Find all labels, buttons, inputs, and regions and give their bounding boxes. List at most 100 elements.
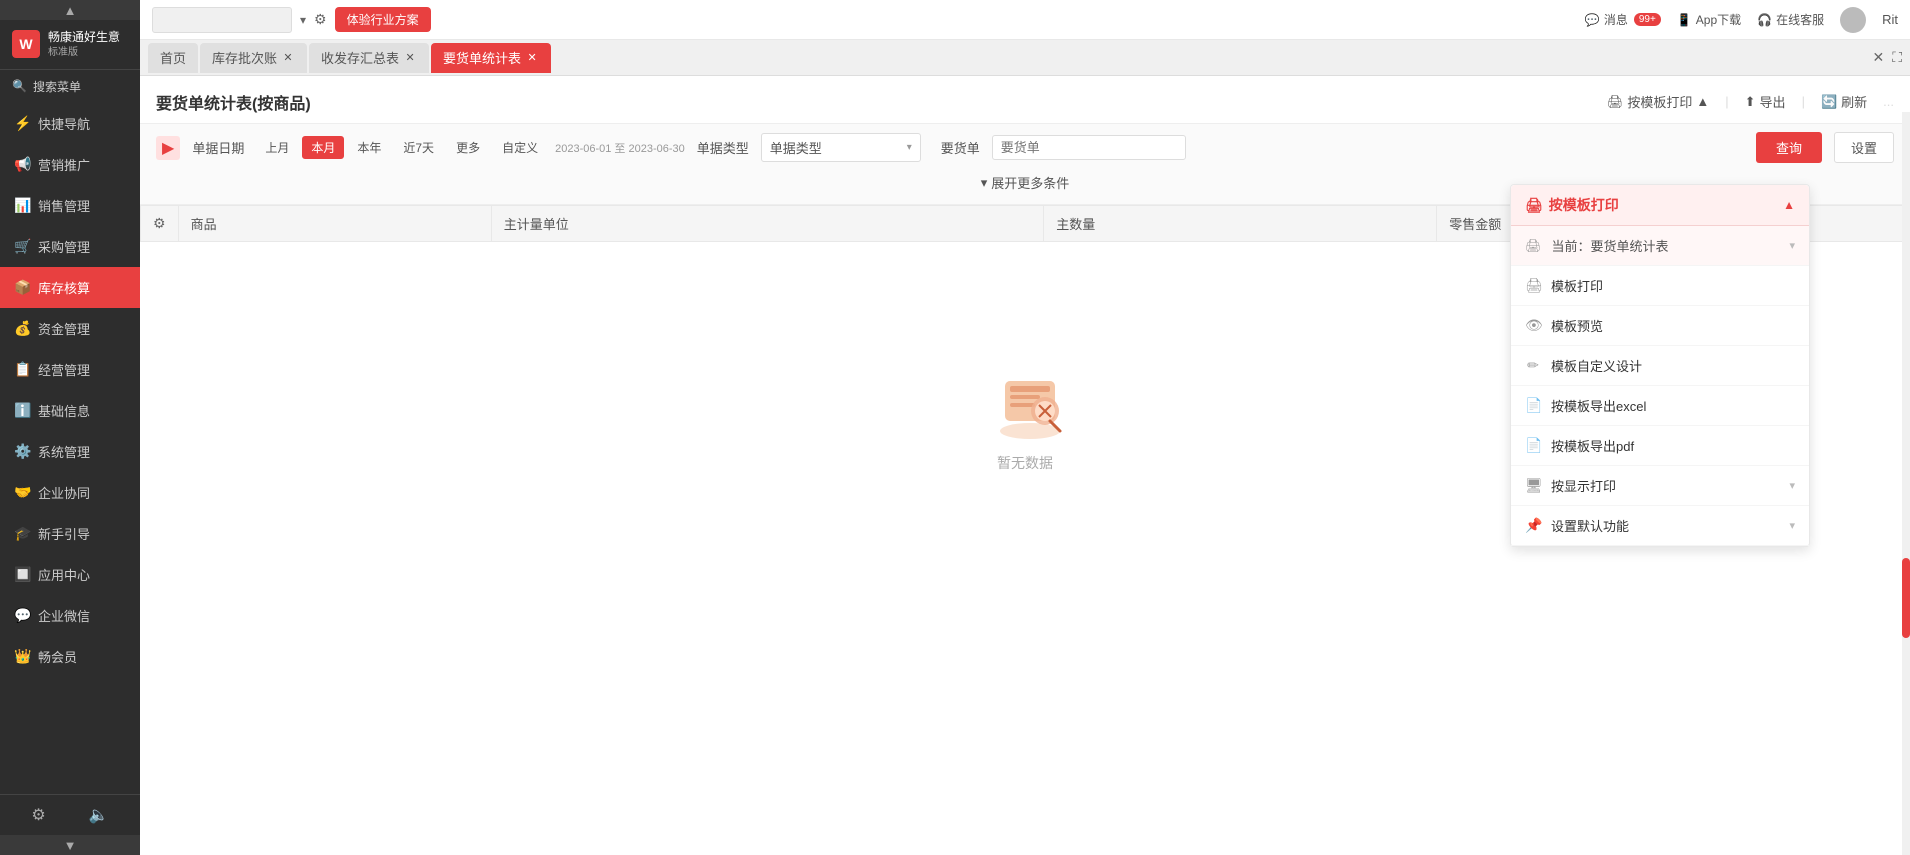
dropdown-item-export-pdf[interactable]: 📄 按模板导出pdf <box>1511 426 1809 466</box>
sidebar-item-fund[interactable]: 💰 资金管理 <box>0 308 140 349</box>
sidebar-scroll-down[interactable]: ▼ <box>0 835 140 855</box>
print-arrow-icon: ▲ <box>1696 94 1709 109</box>
tabs-right: ✕ ⛶ <box>1872 49 1910 66</box>
date-last7-button[interactable]: 近7天 <box>394 136 443 159</box>
topbar-settings-icon[interactable]: ⚙ <box>314 11 327 28</box>
sales-icon: 📊 <box>14 197 30 214</box>
print-icon: 🖨 <box>1607 94 1624 110</box>
sidebar-item-corp[interactable]: 🤝 企业协同 <box>0 472 140 513</box>
sidebar-item-basic[interactable]: ℹ️ 基础信息 <box>0 390 140 431</box>
purchase-icon: 🛒 <box>14 238 30 255</box>
set-default-arrow-icon: ▾ <box>1789 519 1795 532</box>
sidebar-item-purchase[interactable]: 🛒 采购管理 <box>0 226 140 267</box>
dropdown-collapse-icon[interactable]: ▲ <box>1783 198 1795 212</box>
tab-home[interactable]: 首页 <box>148 43 198 73</box>
window-close-button[interactable]: ✕ <box>1872 49 1884 66</box>
dropdown-title: 🖨 按模板打印 <box>1525 195 1619 215</box>
sidebar-item-quick-nav[interactable]: ⚡ 快捷导航 <box>0 103 140 144</box>
date-this-month-button[interactable]: 本月 <box>302 136 344 159</box>
tab-collection-summary[interactable]: 收发存汇总表 ✕ <box>309 43 429 73</box>
main-area: ▾ ⚙ 体验行业方案 💬 消息 99+ 📱 App下载 🎧 在线客服 Rit 首… <box>140 0 1910 855</box>
sidebar-item-inventory[interactable]: 📦 库存核算 <box>0 267 140 308</box>
export-excel-icon: 📄 <box>1525 397 1541 414</box>
topbar-dropdown-button[interactable]: ▾ <box>300 13 306 27</box>
table-header-unit: 主计量单位 <box>491 206 1044 242</box>
app-logo-icon: W <box>12 30 40 58</box>
dropdown-item-export-excel[interactable]: 📄 按模板导出excel <box>1511 386 1809 426</box>
topbar-search-input[interactable] <box>152 7 292 33</box>
refresh-button[interactable]: 🔄 刷新 <box>1813 88 1875 115</box>
message-button[interactable]: 💬 消息 99+ <box>1585 11 1661 28</box>
fund-icon: 💰 <box>14 320 30 337</box>
filter-goods-tag-input[interactable] <box>992 135 1186 160</box>
topbar: ▾ ⚙ 体验行业方案 💬 消息 99+ 📱 App下载 🎧 在线客服 Rit <box>140 0 1910 40</box>
online-service-button[interactable]: 🎧 在线客服 <box>1757 11 1824 28</box>
settings-bottom-icon[interactable]: ⚙ <box>31 805 45 825</box>
expand-icon: ▾ <box>981 175 988 191</box>
window-expand-button[interactable]: ⛶ <box>1892 49 1902 66</box>
member-icon: 👑 <box>14 648 30 665</box>
newbie-icon: 🎓 <box>14 525 30 542</box>
empty-icon <box>985 361 1065 441</box>
date-this-year-button[interactable]: 本年 <box>348 136 390 159</box>
date-custom-button[interactable]: 自定义 <box>493 136 547 159</box>
sidebar-nav: ⚡ 快捷导航 📢 营销推广 📊 销售管理 🛒 采购管理 📦 库存核算 💰 资金管… <box>0 103 140 794</box>
filter-settings-button[interactable]: 设置 <box>1834 132 1894 163</box>
sidebar-item-newbie[interactable]: 🎓 新手引导 <box>0 513 140 554</box>
inventory-icon: 📦 <box>14 279 30 296</box>
sidebar-item-sales[interactable]: 📊 销售管理 <box>0 185 140 226</box>
scrollbar-thumb[interactable] <box>1902 558 1910 638</box>
tab-close-inventory-batch[interactable]: ✕ <box>281 51 295 65</box>
filter-order-type-select[interactable]: 单据类型 ▾ <box>761 133 921 162</box>
display-print-arrow-icon: ▾ <box>1789 479 1795 492</box>
app-download-button[interactable]: 📱 App下载 <box>1677 11 1741 28</box>
filter-date-range: 2023-06-01 至 2023-06-30 <box>555 140 685 156</box>
tab-close-order-stats[interactable]: ✕ <box>525 51 539 65</box>
sidebar-search[interactable]: 🔍 搜索菜单 <box>0 70 140 103</box>
filter-date-label: 单据日期 <box>192 138 244 157</box>
sidebar-scroll-up[interactable]: ▲ <box>0 0 140 20</box>
set-default-icon: 📌 <box>1525 517 1541 534</box>
table-settings-gear-icon[interactable]: ⚙ <box>153 215 166 231</box>
expand-conditions-button[interactable]: ▾ 展开更多条件 <box>973 169 1078 196</box>
dropdown-item-set-default[interactable]: 📌 设置默认功能 ▾ <box>1511 506 1809 546</box>
template-preview-icon: 👁 <box>1525 317 1541 334</box>
page-title: 要货单统计表(按商品) <box>156 90 311 114</box>
export-button[interactable]: ⬆ 导出 <box>1737 88 1794 115</box>
trial-button[interactable]: 体验行业方案 <box>335 7 431 32</box>
basic-icon: ℹ️ <box>14 402 30 419</box>
date-prev-month-button[interactable]: 上月 <box>256 136 298 159</box>
audio-bottom-icon[interactable]: 🔈 <box>89 805 109 825</box>
sidebar-item-wechat[interactable]: 💬 企业微信 <box>0 595 140 636</box>
topbar-right: 💬 消息 99+ 📱 App下载 🎧 在线客服 Rit <box>1585 7 1898 33</box>
date-more-button[interactable]: 更多 <box>447 136 489 159</box>
page-content: 要货单统计表(按商品) 🖨 按模板打印 ▲ | ⬆ 导出 | 🔄 刷新 ... <box>140 76 1910 855</box>
table-header-goods: 商品 <box>178 206 491 242</box>
dropdown-item-template-print[interactable]: 🖨 模板打印 <box>1511 266 1809 306</box>
dropdown-current-template[interactable]: 🖨 当前：要货单统计表 ▾ <box>1511 226 1809 266</box>
sidebar-item-system[interactable]: ⚙️ 系统管理 <box>0 431 140 472</box>
print-dropdown-menu: 🖨 按模板打印 ▲ 🖨 当前：要货单统计表 ▾ 🖨 模板打印 👁 模板预览 <box>1510 184 1810 547</box>
tab-inventory-batch[interactable]: 库存批次账 ✕ <box>200 43 307 73</box>
print-button[interactable]: 🖨 按模板打印 ▲ <box>1599 88 1717 115</box>
app-center-icon: 🔲 <box>14 566 30 583</box>
user-avatar[interactable] <box>1840 7 1866 33</box>
filter-goods-tag-label: 要货单 <box>941 138 980 157</box>
tab-order-stats[interactable]: 要货单统计表 ✕ <box>431 43 551 73</box>
tab-close-collection-summary[interactable]: ✕ <box>403 51 417 65</box>
dropdown-item-template-design[interactable]: ✏ 模板自定义设计 <box>1511 346 1809 386</box>
sidebar: ▲ W 畅康通好生意 标准版 🔍 搜索菜单 ⚡ 快捷导航 📢 营销推广 📊 销售… <box>0 0 140 855</box>
dropdown-item-template-preview[interactable]: 👁 模板预览 <box>1511 306 1809 346</box>
sidebar-logo: W 畅康通好生意 标准版 <box>0 20 140 70</box>
filter-collapse-icon[interactable]: ▶ <box>156 136 180 160</box>
scrollbar-track <box>1902 112 1910 855</box>
page-actions: 🖨 按模板打印 ▲ | ⬆ 导出 | 🔄 刷新 ... <box>1599 88 1894 115</box>
query-button[interactable]: 查询 <box>1756 132 1822 163</box>
sidebar-item-member[interactable]: 👑 畅会员 <box>0 636 140 677</box>
app-name: 畅康通好生意 标准版 <box>48 30 120 59</box>
sidebar-item-marketing[interactable]: 📢 营销推广 <box>0 144 140 185</box>
sidebar-item-app-center[interactable]: 🔲 应用中心 <box>0 554 140 595</box>
sidebar-item-ops[interactable]: 📋 经营管理 <box>0 349 140 390</box>
dropdown-item-display-print[interactable]: 🖥 按显示打印 ▾ <box>1511 466 1809 506</box>
wechat-icon: 💬 <box>14 607 30 624</box>
